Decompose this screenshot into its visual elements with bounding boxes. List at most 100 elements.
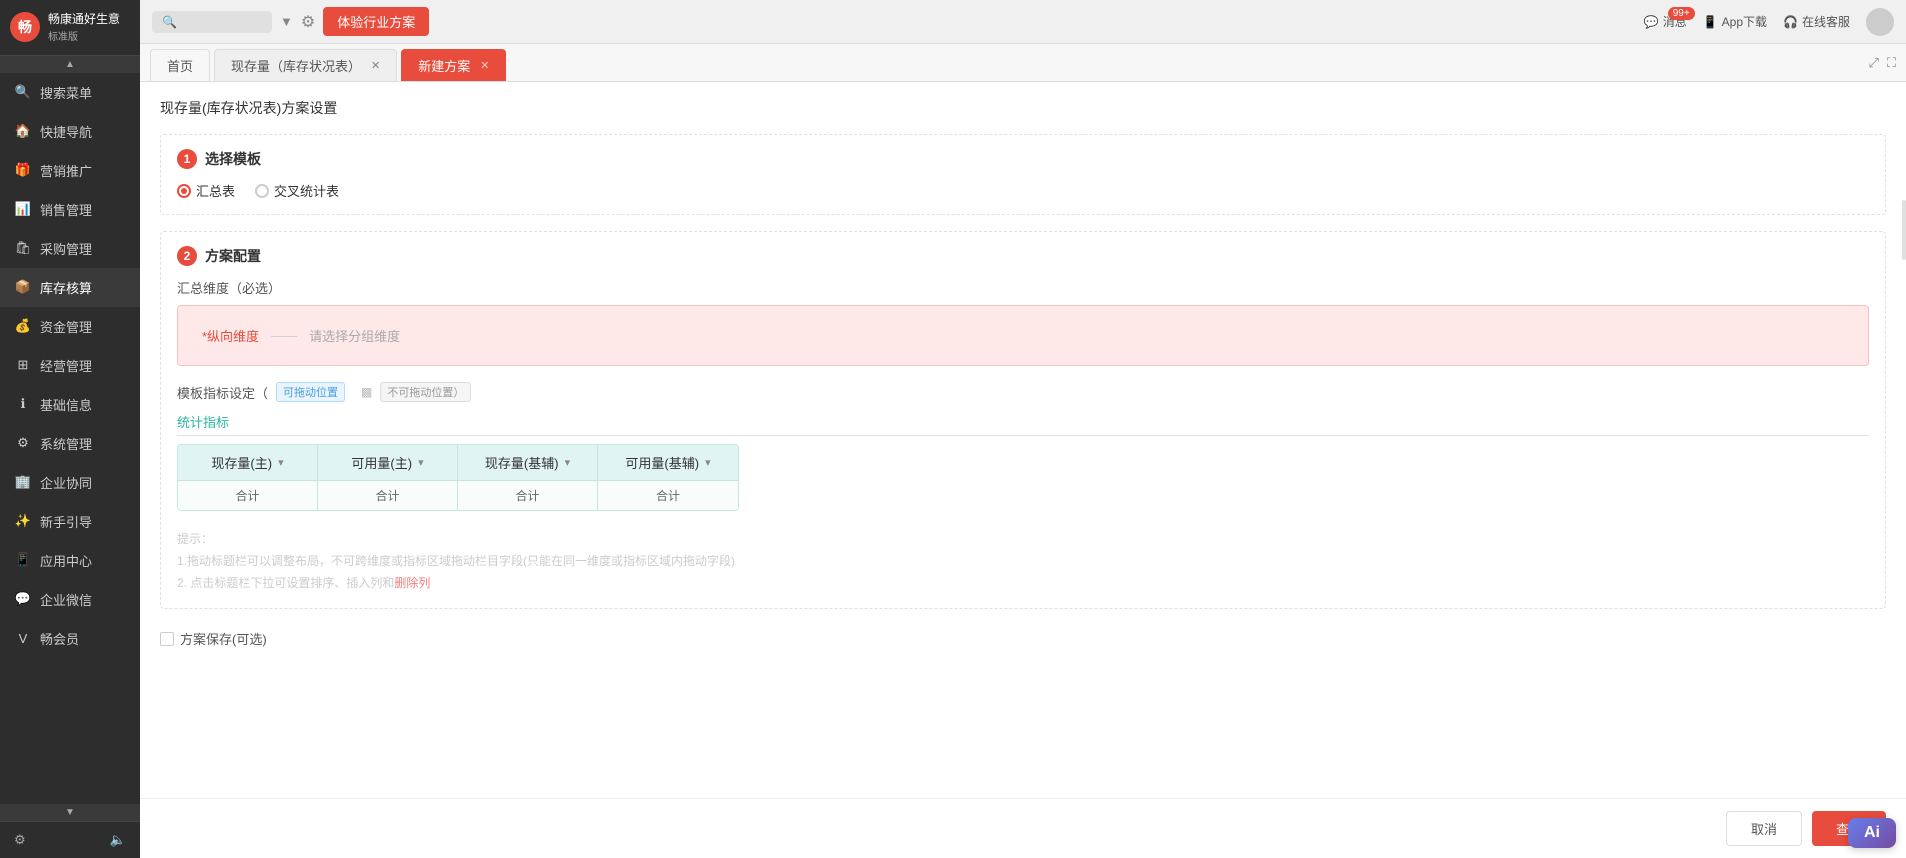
tab-restore-icon[interactable]: ⤢ (1868, 55, 1878, 71)
speaker-icon[interactable]: 🔈 (110, 832, 126, 848)
grid-icon: ⊞ (14, 356, 32, 374)
sidebar-item-label: 库存核算 (40, 278, 92, 297)
topbar-left: 🔍 ▼ ⚙ 体验行业方案 (152, 7, 429, 36)
stats-col-4-header[interactable]: 可用量(基辅) ▾ (598, 445, 738, 480)
sidebar-nav: 🔍 搜索菜单 🏠 快捷导航 🎁 营销推广 📊 销售管理 🛍 采购管理 📦 库存核… (0, 73, 140, 804)
sidebar-footer: ⚙ 🔈 (0, 821, 140, 858)
radio-summary-label: 汇总表 (196, 181, 235, 200)
sidebar-item-search-menu[interactable]: 🔍 搜索菜单 (0, 73, 140, 112)
tab-home[interactable]: 首页 (150, 49, 210, 81)
sidebar-item-label: 基础信息 (40, 395, 92, 414)
stats-col-3-header[interactable]: 现存量(基辅) ▾ (458, 445, 598, 480)
tab-new-scheme[interactable]: 新建方案 ✕ (401, 49, 506, 81)
messages-group[interactable]: 💬 消息 99+ (1644, 13, 1687, 30)
topbar-dropdown-icon[interactable]: ▼ (280, 14, 293, 29)
stats-col-1-header[interactable]: 现存量(主) ▾ (178, 445, 318, 480)
stats-table: 现存量(主) ▾ 可用量(主) ▾ 现存量(基辅) ▾ 可用量(基辅) (177, 444, 739, 511)
sidebar-item-label: 资金管理 (40, 317, 92, 336)
app-version: 标准版 (48, 28, 120, 43)
sidebar-item-label: 搜索菜单 (40, 83, 92, 102)
tab-new-scheme-label: 新建方案 (418, 56, 470, 75)
page-inner: 现存量(库存状况表)方案设置 1 选择模板 汇总表 交叉统计表 (140, 82, 1906, 858)
stats-col-3-body: 合计 (458, 480, 598, 510)
col-1-dropdown-icon[interactable]: ▾ (278, 456, 284, 469)
app-download-group[interactable]: 📱 App下载 (1703, 13, 1767, 30)
tips-title: 提示： (177, 530, 1869, 547)
draggable-badge: 可拖动位置 (276, 382, 345, 402)
sidebar-item-operations[interactable]: ⊞ 经营管理 (0, 346, 140, 385)
dimension-required: *纵向维度 (202, 326, 259, 345)
sidebar-item-member[interactable]: V 畅会员 (0, 619, 140, 658)
bag-icon: 🛍 (14, 239, 32, 257)
guide-icon: ✨ (14, 512, 32, 530)
save-option-label: 方案保存(可选) (180, 629, 267, 648)
sidebar-item-enterprise[interactable]: 🏢 企业协同 (0, 463, 140, 502)
app-logo-icon: 畅 (10, 12, 40, 42)
sidebar-item-inventory[interactable]: 📦 库存核算 (0, 268, 140, 307)
sidebar-item-sales[interactable]: 📊 销售管理 (0, 190, 140, 229)
radio-cross[interactable]: 交叉统计表 (255, 181, 339, 200)
app-name: 畅康通好生意 (48, 12, 120, 28)
sidebar-item-label: 企业微信 (40, 590, 92, 609)
stats-col-2-label: 可用量(主) (351, 453, 412, 472)
sidebar-item-new-guide[interactable]: ✨ 新手引导 (0, 502, 140, 541)
app-download-label: App下载 (1722, 13, 1767, 30)
tab-inventory-status[interactable]: 现存量（库存状况表） ✕ (214, 49, 397, 81)
save-checkbox[interactable] (160, 632, 174, 646)
col-3-dropdown-icon[interactable]: ▾ (565, 456, 571, 469)
sidebar-item-system[interactable]: ⚙ 系统管理 (0, 424, 140, 463)
stats-col-2-header[interactable]: 可用量(主) ▾ (318, 445, 458, 480)
section-config: 2 方案配置 汇总维度（必选） *纵向维度 —— 请选择分组维度 模板指标设定（… (160, 231, 1886, 609)
tab-expand-icon[interactable]: ⛶ (1887, 55, 1896, 71)
sidebar-item-label: 应用中心 (40, 551, 92, 570)
headset-icon: 🎧 (1783, 15, 1798, 29)
sidebar-scroll-down[interactable]: ▼ (0, 804, 140, 821)
topbar-settings-icon[interactable]: ⚙ (301, 12, 315, 32)
stats-section-label: 统计指标 (177, 412, 1869, 436)
col-2-dropdown-icon[interactable]: ▾ (418, 456, 424, 469)
tips-highlight: 删除列 (394, 576, 430, 590)
user-avatar[interactable] (1866, 8, 1894, 36)
enterprise-icon: 🏢 (14, 473, 32, 491)
topbar-search[interactable]: 🔍 (152, 11, 272, 33)
save-option: 方案保存(可选) (160, 629, 1886, 648)
sidebar-item-basic-info[interactable]: ℹ 基础信息 (0, 385, 140, 424)
section1-title: 选择模板 (205, 149, 261, 169)
phone-icon: 📱 (1703, 15, 1718, 29)
template-options: 汇总表 交叉统计表 (177, 181, 1869, 200)
tab-inventory-label: 现存量（库存状况表） (231, 56, 361, 75)
sidebar-item-label: 采购管理 (40, 239, 92, 258)
sidebar-item-wechat[interactable]: 💬 企业微信 (0, 580, 140, 619)
sidebar-item-purchase[interactable]: 🛍 采购管理 (0, 229, 140, 268)
non-draggable-badge: 不可拖动位置） (380, 382, 471, 402)
tips-item-1: 1.拖动标题栏可以调整布局，不可跨维度或指标区域拖动栏目字段(只能在同一维度或指… (177, 551, 1869, 573)
sidebar-item-label: 销售管理 (40, 200, 92, 219)
trial-btn[interactable]: 体验行业方案 (323, 7, 429, 36)
radio-summary[interactable]: 汇总表 (177, 181, 235, 200)
tab-inventory-close-icon[interactable]: ✕ (371, 59, 380, 72)
sidebar-item-label: 快捷导航 (40, 122, 92, 141)
sidebar-item-label: 经营管理 (40, 356, 92, 375)
scrollbar-indicator (1902, 200, 1906, 260)
sidebar-item-quick-nav[interactable]: 🏠 快捷导航 (0, 112, 140, 151)
sidebar-scroll-up[interactable]: ▲ (0, 56, 140, 73)
section2-title: 方案配置 (205, 246, 261, 266)
settings-icon[interactable]: ⚙ (14, 832, 26, 848)
messages-badge: 99+ (1668, 7, 1695, 20)
tab-new-scheme-close-icon[interactable]: ✕ (480, 59, 489, 72)
gift-icon: 🎁 (14, 161, 32, 179)
col-4-dropdown-icon[interactable]: ▾ (705, 456, 711, 469)
dimension-placeholder[interactable]: 请选择分组维度 (309, 326, 400, 345)
sidebar-item-finance[interactable]: 💰 资金管理 (0, 307, 140, 346)
chart-icon: 📊 (14, 200, 32, 218)
sidebar-item-label: 新手引导 (40, 512, 92, 531)
section1-num: 1 (177, 149, 197, 169)
sidebar-item-marketing[interactable]: 🎁 营销推广 (0, 151, 140, 190)
search-icon: 🔍 (162, 15, 177, 29)
sidebar-item-label: 营销推广 (40, 161, 92, 180)
sidebar-item-app-center[interactable]: 📱 应用中心 (0, 541, 140, 580)
ai-button[interactable]: Ai (1848, 818, 1896, 848)
cancel-button[interactable]: 取消 (1726, 811, 1802, 846)
online-service-group[interactable]: 🎧 在线客服 (1783, 13, 1850, 30)
wechat-icon: 💬 (14, 590, 32, 608)
